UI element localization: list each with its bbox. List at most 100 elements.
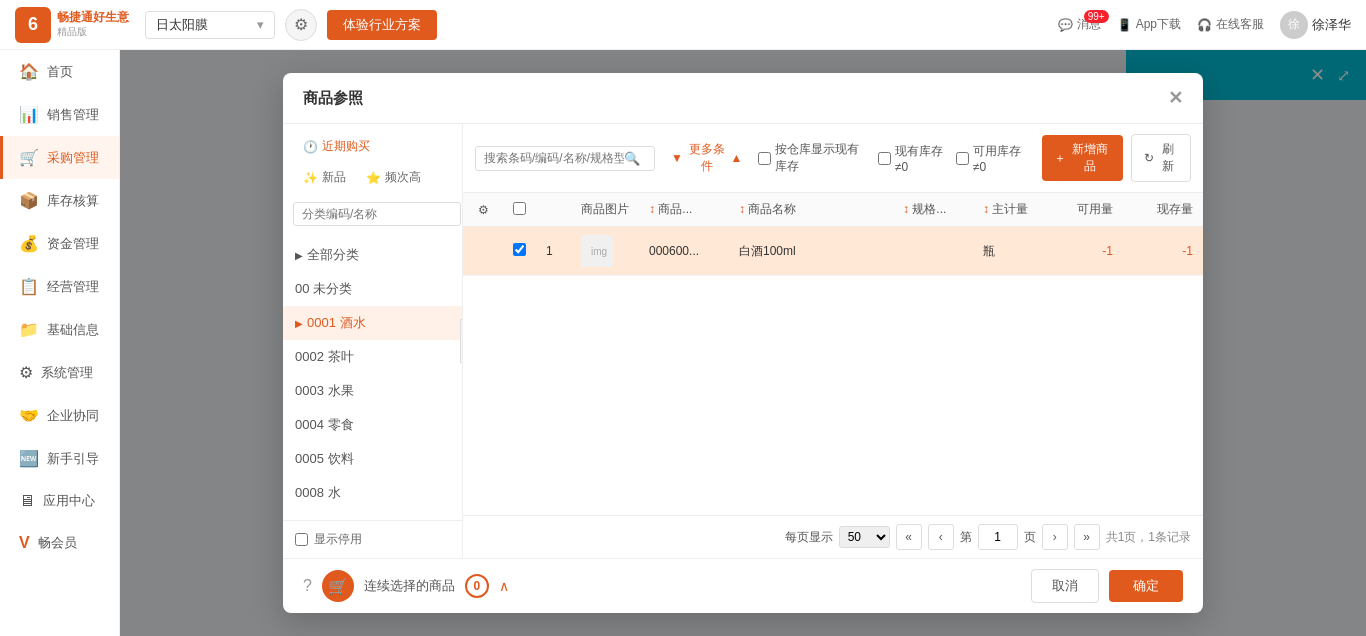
sidebar-item-sales[interactable]: 📊 销售管理 xyxy=(0,93,119,136)
product-search-input[interactable] xyxy=(484,151,624,165)
total-info: 共1页，1条记录 xyxy=(1106,529,1191,546)
cat-item-00[interactable]: 00 未分类 xyxy=(283,272,462,306)
settings-button[interactable]: ⚙ xyxy=(285,9,317,41)
cat-search-input[interactable] xyxy=(293,202,461,226)
add-label: 新增商品 xyxy=(1070,141,1111,175)
sidebar-item-member[interactable]: V 畅会员 xyxy=(0,522,119,564)
collapse-panel-button[interactable]: « xyxy=(460,319,463,363)
user-name: 徐泽华 xyxy=(1312,16,1351,34)
modal-close-button[interactable]: ✕ xyxy=(1168,87,1183,109)
row-check[interactable] xyxy=(503,227,536,276)
sidebar-item-purchase[interactable]: 🛒 采购管理 xyxy=(0,136,119,179)
cat-item-0002[interactable]: 0002 茶叶 xyxy=(283,340,462,374)
cancel-button[interactable]: 取消 xyxy=(1031,569,1099,603)
modal-toolbar: 🔍 ▼ 更多条件 ▲ 按仓库显示现有库存 xyxy=(463,124,1203,193)
avail-ne0-checkbox[interactable] xyxy=(956,152,969,165)
service-item[interactable]: 🎧 在线客服 xyxy=(1197,16,1264,33)
product-image: img xyxy=(581,235,613,267)
sort-icon-code: ↕ xyxy=(649,202,655,216)
confirm-button[interactable]: 确定 xyxy=(1109,570,1183,602)
trial-button[interactable]: 体验行业方案 xyxy=(327,10,437,40)
last-page-button[interactable]: » xyxy=(1074,524,1100,550)
user-area[interactable]: 徐 徐泽华 xyxy=(1280,11,1351,39)
inventory-icon: 📦 xyxy=(19,191,39,210)
filter-button[interactable]: ▼ 更多条件 ▲ xyxy=(663,137,750,179)
col-header-spec[interactable]: ↕ 规格... xyxy=(893,193,973,227)
row-avail: -1 xyxy=(1043,227,1123,276)
cat-item-0008[interactable]: 0008 水 xyxy=(283,476,462,510)
sidebar-label-sales: 销售管理 xyxy=(47,106,99,124)
add-product-button[interactable]: ＋ 新增商品 xyxy=(1042,135,1123,181)
cat-item-0001[interactable]: ▶ 0001 酒水 xyxy=(283,306,462,340)
cat-item-0005[interactable]: 0005 饮料 xyxy=(283,442,462,476)
app-download-item[interactable]: 📱 App下载 xyxy=(1117,16,1181,33)
show-disabled-checkbox[interactable] xyxy=(295,533,308,546)
modal-header: 商品参照 ✕ xyxy=(283,73,1203,124)
message-item[interactable]: 💬 消息 99+ xyxy=(1058,16,1101,33)
cat-item-0004[interactable]: 0004 零食 xyxy=(283,408,462,442)
cart-button[interactable]: 🛒 xyxy=(322,570,354,602)
sidebar-item-home[interactable]: 🏠 首页 xyxy=(0,50,119,93)
cat-item-all[interactable]: ▶ 全部分类 xyxy=(283,238,462,272)
cat-search-area: 🔍 xyxy=(283,194,462,234)
cart-icon: 🛒 xyxy=(328,577,348,596)
col-header-setting[interactable]: ⚙ xyxy=(463,193,503,227)
modal-overlay: 商品参照 ✕ 🕐 近期购买 ✨ 新品 xyxy=(120,50,1366,636)
sidebar: 🏠 首页 📊 销售管理 🛒 采购管理 📦 库存核算 💰 资金管理 📋 经营管理 … xyxy=(0,50,120,636)
company-selector[interactable]: 日太阳膜 ▾ xyxy=(145,11,275,39)
search-icon[interactable]: 🔍 xyxy=(624,151,640,166)
warehouse-checkbox[interactable] xyxy=(758,152,771,165)
select-all-checkbox[interactable] xyxy=(513,202,526,215)
filter-label: 更多条件 xyxy=(687,141,727,175)
sidebar-item-collab[interactable]: 🤝 企业协同 xyxy=(0,394,119,437)
first-page-button[interactable]: « xyxy=(896,524,922,550)
cat-item-0010[interactable]: 0010 家电 xyxy=(283,510,462,520)
app-icon: 📱 xyxy=(1117,18,1132,32)
stock-ne0-checkbox[interactable] xyxy=(878,152,891,165)
product-table-area: ⚙ 商品图片 ↕ 商品... ↕ xyxy=(463,193,1203,515)
sidebar-item-inventory[interactable]: 📦 库存核算 xyxy=(0,179,119,222)
prev-page-button[interactable]: ‹ xyxy=(928,524,954,550)
per-page-select[interactable]: 50 100 200 xyxy=(839,526,890,548)
sidebar-item-system[interactable]: ⚙ 系统管理 xyxy=(0,351,119,394)
gear-icon: ⚙ xyxy=(294,15,308,34)
col-header-check[interactable] xyxy=(503,193,536,227)
apps-icon: 🖥 xyxy=(19,492,35,510)
table-row[interactable]: 1 img 0 xyxy=(463,227,1203,276)
tab-frequent-label: 频次高 xyxy=(385,169,421,186)
next-page-button[interactable]: › xyxy=(1042,524,1068,550)
sidebar-item-guide[interactable]: 🆕 新手引导 xyxy=(0,437,119,480)
product-modal: 商品参照 ✕ 🕐 近期购买 ✨ 新品 xyxy=(283,73,1203,613)
sidebar-item-basic[interactable]: 📁 基础信息 xyxy=(0,308,119,351)
page-number-input[interactable] xyxy=(978,524,1018,550)
chevron-down-icon: ▾ xyxy=(257,17,264,32)
sort-icon-spec: ↕ xyxy=(903,202,909,216)
cat-item-0003[interactable]: 0003 水果 xyxy=(283,374,462,408)
row-code: 000600... xyxy=(639,227,729,276)
warehouse-check-label[interactable]: 按仓库显示现有库存 xyxy=(758,141,870,175)
avail-ne0-check-label[interactable]: 可用库存≠0 xyxy=(956,143,1026,174)
row-checkbox[interactable] xyxy=(513,243,526,256)
chevron-up-icon[interactable]: ∧ xyxy=(499,578,509,594)
brand-name: 畅捷通好生意 xyxy=(57,10,129,26)
row-unit: 瓶 xyxy=(973,227,1043,276)
add-icon: ＋ xyxy=(1054,150,1066,167)
col-header-num xyxy=(536,193,571,227)
col-header-code[interactable]: ↕ 商品... xyxy=(639,193,729,227)
filter-icon: ▼ xyxy=(671,151,683,165)
sidebar-item-apps[interactable]: 🖥 应用中心 xyxy=(0,480,119,522)
recent-icon: 🕐 xyxy=(303,140,318,154)
tab-recent[interactable]: 🕐 近期购买 xyxy=(293,132,380,161)
col-header-name[interactable]: ↕ 商品名称 xyxy=(729,193,893,227)
sidebar-label-finance: 资金管理 xyxy=(47,235,99,253)
tab-frequent[interactable]: ⭐ 频次高 xyxy=(356,163,431,192)
sidebar-item-finance[interactable]: 💰 资金管理 xyxy=(0,222,119,265)
sidebar-item-operation[interactable]: 📋 经营管理 xyxy=(0,265,119,308)
refresh-button[interactable]: ↻ 刷新 xyxy=(1131,134,1191,182)
stock-ne0-check-label[interactable]: 现有库存≠0 xyxy=(878,143,948,174)
col-header-unit[interactable]: ↕ 主计量 xyxy=(973,193,1043,227)
page-suffix: 页 xyxy=(1024,529,1036,546)
help-icon[interactable]: ? xyxy=(303,577,312,595)
app-label: App下载 xyxy=(1136,16,1181,33)
tab-new[interactable]: ✨ 新品 xyxy=(293,163,356,192)
